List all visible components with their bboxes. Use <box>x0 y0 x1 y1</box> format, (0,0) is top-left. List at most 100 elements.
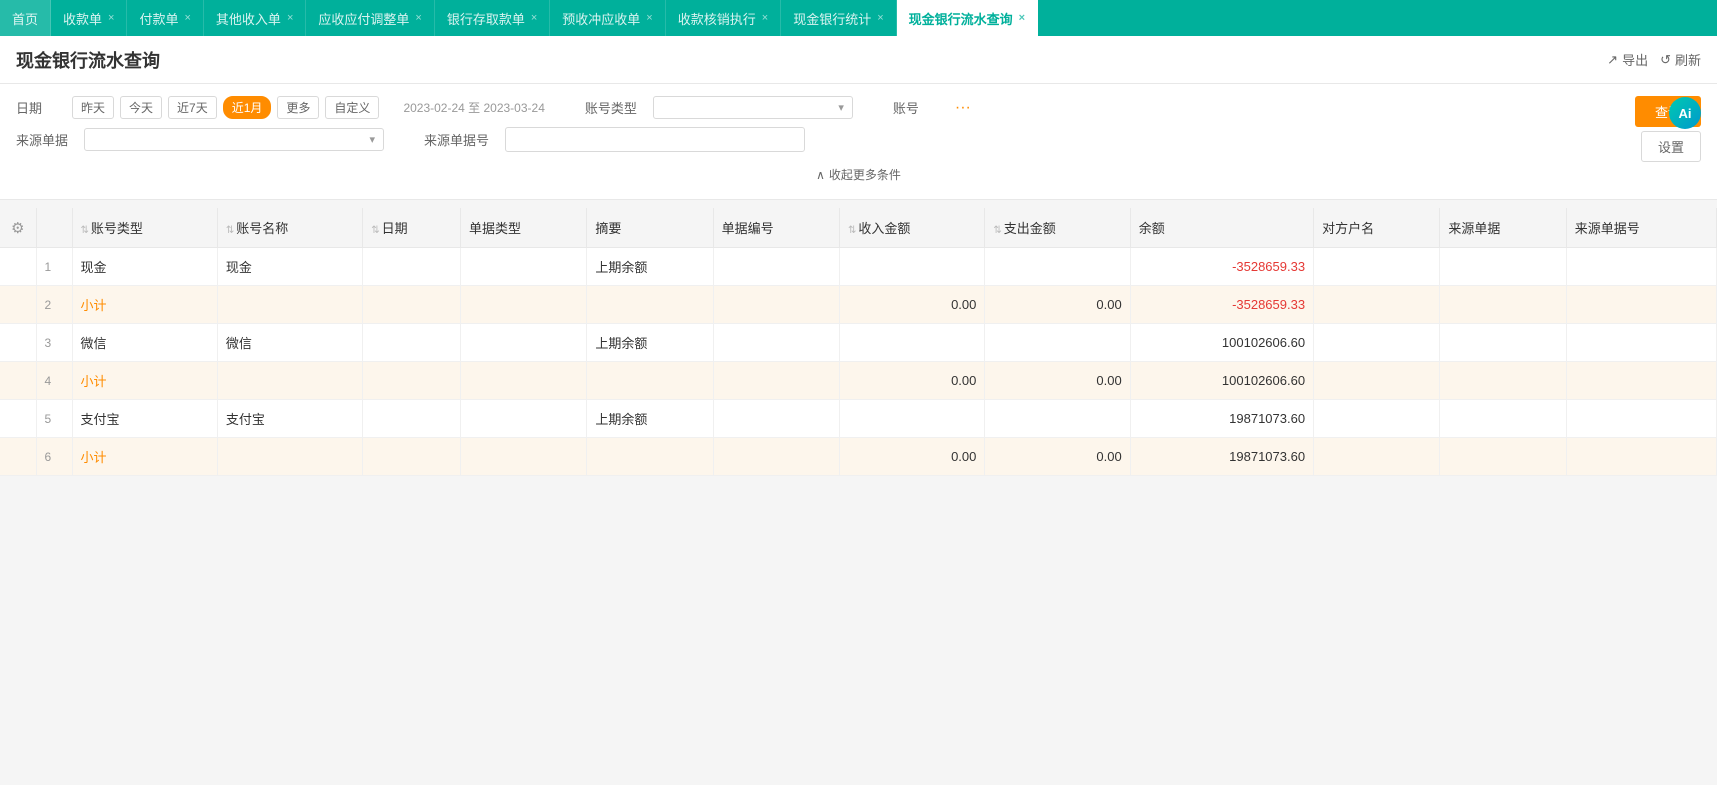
cell-account-name <box>217 362 362 400</box>
nav-tab-other-income[interactable]: 其他收入单× <box>204 0 306 36</box>
row-index: 5 <box>36 400 72 438</box>
cell-doc-type <box>460 438 586 476</box>
cell-date <box>363 248 461 286</box>
cell-source-doc <box>1440 286 1566 324</box>
account-ellipsis[interactable]: ··· <box>949 97 977 119</box>
page-header: 现金银行流水查询 ↗ 导出 ↺ 刷新 <box>0 36 1717 84</box>
filter-area: 日期 昨天今天近7天近1月更多自定义 2023-02-24 至 2023-03-… <box>0 84 1717 200</box>
cell-source-doc-no <box>1566 248 1716 286</box>
column-account_name[interactable]: ⇅账号名称 <box>217 208 362 248</box>
close-tab-icon[interactable]: × <box>287 12 293 24</box>
date-option-近1月[interactable]: 近1月 <box>223 96 272 119</box>
cell-account-name: 支付宝 <box>217 400 362 438</box>
nav-tab-cash-stat[interactable]: 现金银行统计× <box>781 0 896 36</box>
cell-account-name: 现金 <box>217 248 362 286</box>
column-source_doc_no: 来源单据号 <box>1566 208 1716 248</box>
ai-avatar[interactable]: Ai <box>1669 97 1701 129</box>
nav-tab-pre-receipt[interactable]: 预收冲应收单× <box>550 0 665 36</box>
date-label: 日期 <box>16 98 56 117</box>
source-doc-select[interactable]: ▾ <box>84 128 384 151</box>
cell-doc-no <box>713 248 839 286</box>
cell-expense: 0.00 <box>985 286 1130 324</box>
refresh-button[interactable]: ↺ 刷新 <box>1660 50 1701 69</box>
column-expense[interactable]: ⇅支出金额 <box>985 208 1130 248</box>
date-option-今天[interactable]: 今天 <box>120 96 162 119</box>
close-tab-icon[interactable]: × <box>415 12 421 24</box>
cell-date <box>363 324 461 362</box>
close-tab-icon[interactable]: × <box>877 12 883 24</box>
sort-icon: ⇅ <box>81 225 89 236</box>
cell-counterparty <box>1314 286 1440 324</box>
table-header: ⚙⇅账号类型⇅账号名称⇅日期单据类型摘要单据编号⇅收入金额⇅支出金额余额对方户名… <box>0 208 1717 248</box>
row-gear <box>0 362 36 400</box>
cell-balance: 19871073.60 <box>1130 438 1313 476</box>
cell-account-type: 小计 <box>72 286 217 324</box>
close-tab-icon[interactable]: × <box>1019 12 1025 24</box>
cell-summary <box>587 438 713 476</box>
column-date[interactable]: ⇅日期 <box>363 208 461 248</box>
source-doc-no-input[interactable] <box>505 127 805 152</box>
nav-tab-ar-ap-adjust[interactable]: 应收应付调整单× <box>306 0 434 36</box>
row-index: 2 <box>36 286 72 324</box>
table-body: 1现金现金上期余额-3528659.332小计0.000.00-3528659.… <box>0 248 1717 476</box>
table-row: 3微信微信上期余额100102606.60 <box>0 324 1717 362</box>
cell-date <box>363 286 461 324</box>
collapse-bar[interactable]: ∧ 收起更多条件 <box>16 162 1701 187</box>
close-tab-icon[interactable]: × <box>762 12 768 24</box>
cell-balance: -3528659.33 <box>1130 286 1313 324</box>
table-container: ⚙⇅账号类型⇅账号名称⇅日期单据类型摘要单据编号⇅收入金额⇅支出金额余额对方户名… <box>0 208 1717 476</box>
close-tab-icon[interactable]: × <box>108 12 114 24</box>
table-row: 1现金现金上期余额-3528659.33 <box>0 248 1717 286</box>
column-balance: 余额 <box>1130 208 1313 248</box>
cell-doc-type <box>460 400 586 438</box>
cell-source-doc-no <box>1566 362 1716 400</box>
table-row: 4小计0.000.00100102606.60 <box>0 362 1717 400</box>
source-doc-no-label: 来源单据号 <box>424 130 489 149</box>
cell-doc-type <box>460 286 586 324</box>
header-actions: ↗ 导出 ↺ 刷新 <box>1607 50 1701 69</box>
date-option-更多[interactable]: 更多 <box>277 96 319 119</box>
cell-counterparty <box>1314 438 1440 476</box>
nav-tab-receipt[interactable]: 收款单× <box>51 0 127 36</box>
export-icon: ↗ <box>1607 52 1618 68</box>
row-gear <box>0 400 36 438</box>
row-gear <box>0 286 36 324</box>
export-button[interactable]: ↗ 导出 <box>1607 50 1648 69</box>
cell-counterparty <box>1314 248 1440 286</box>
date-option-近7天[interactable]: 近7天 <box>168 96 217 119</box>
account-type-label: 账号类型 <box>585 98 637 117</box>
nav-tab-cash-flow[interactable]: 现金银行流水查询× <box>897 0 1038 36</box>
close-tab-icon[interactable]: × <box>531 12 537 24</box>
close-tab-icon[interactable]: × <box>184 12 190 24</box>
settings-button[interactable]: 设置 <box>1641 131 1701 162</box>
account-type-select[interactable]: ▾ <box>653 96 853 119</box>
cell-income <box>840 400 985 438</box>
nav-tab-bank-deposit[interactable]: 银行存取款单× <box>435 0 550 36</box>
row-index: 4 <box>36 362 72 400</box>
cell-expense <box>985 248 1130 286</box>
date-option-自定义[interactable]: 自定义 <box>325 96 379 119</box>
collapse-label: 收起更多条件 <box>829 166 901 183</box>
data-table: ⚙⇅账号类型⇅账号名称⇅日期单据类型摘要单据编号⇅收入金额⇅支出金额余额对方户名… <box>0 208 1717 476</box>
date-option-昨天[interactable]: 昨天 <box>72 96 114 119</box>
page-title: 现金银行流水查询 <box>16 47 160 73</box>
column-gear[interactable]: ⚙ <box>0 208 36 248</box>
cell-account-name: 微信 <box>217 324 362 362</box>
cell-expense <box>985 324 1130 362</box>
sort-icon: ⇅ <box>371 225 379 236</box>
nav-tab-payment[interactable]: 付款单× <box>127 0 203 36</box>
cell-date <box>363 362 461 400</box>
cell-source-doc-no <box>1566 324 1716 362</box>
cell-summary: 上期余额 <box>587 324 713 362</box>
nav-tab-home[interactable]: 首页 <box>0 0 51 36</box>
cell-income: 0.00 <box>840 438 985 476</box>
nav-tab-receipt-verify[interactable]: 收款核销执行× <box>666 0 781 36</box>
cell-doc-no <box>713 400 839 438</box>
cell-account-type: 支付宝 <box>72 400 217 438</box>
cell-balance: 100102606.60 <box>1130 362 1313 400</box>
source-doc-arrow-icon: ▾ <box>369 133 375 146</box>
column-income[interactable]: ⇅收入金额 <box>840 208 985 248</box>
close-tab-icon[interactable]: × <box>646 12 652 24</box>
column-account_type[interactable]: ⇅账号类型 <box>72 208 217 248</box>
refresh-icon: ↺ <box>1660 52 1671 68</box>
